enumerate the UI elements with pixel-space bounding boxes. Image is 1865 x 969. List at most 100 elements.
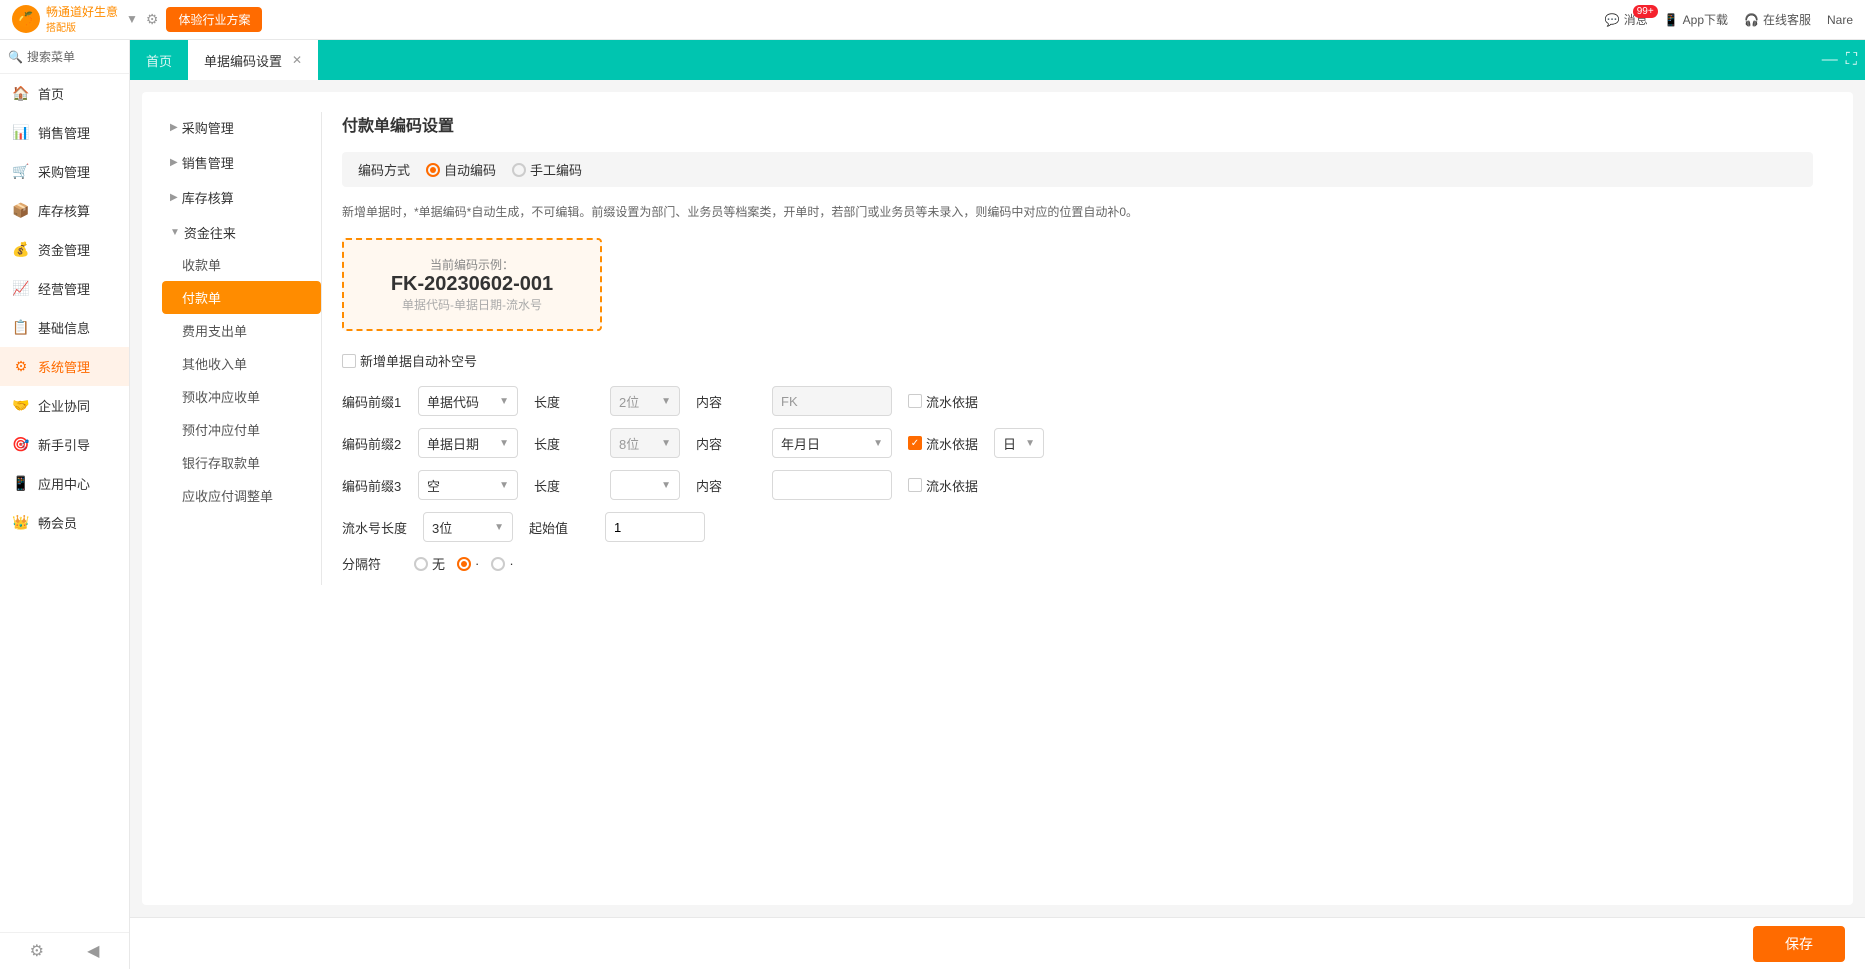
sidebar-group-capital: ▼ 资金往来 收款单 付款单 费用支出单 其他收入单 预收冲应收单 预付冲应付单… [162,217,321,512]
sidebar-item-advance-offset[interactable]: 预付冲应付单 [162,413,321,446]
sidebar-item-expense[interactable]: 费用支出单 [162,314,321,347]
logo-text: 畅通道好生意 [46,5,118,19]
tab-home[interactable]: 首页 [130,40,188,80]
serial-2-checkbox[interactable]: ✓ 流水依据 [908,434,978,453]
prefix-2-select[interactable]: 单据日期 ▼ [418,428,518,458]
sidebar-item-apps[interactable]: 📱 应用中心 [0,464,129,503]
sidebar-group-inventory-title[interactable]: ▶ 库存核算 [162,182,321,213]
sidebar-item-membership-label: 畅会员 [38,513,77,532]
settings-icon[interactable]: ⚙ [146,11,159,28]
separator-none-radio[interactable]: 无 [414,554,445,573]
sep-none-circle [414,557,428,571]
main-layout: 🔍 搜索菜单 🏠 首页 📊 销售管理 🛒 采购管理 📦 库存核算 💰 资金管理 … [0,40,1865,969]
serial-3-checkbox[interactable]: 流水依据 [908,476,978,495]
sidebar-group-purchase: ▶ 采购管理 [162,112,321,143]
sidebar-item-other-income[interactable]: 其他收入单 [162,347,321,380]
sep-dot-circle [457,557,471,571]
form-area: 付款单编码设置 编码方式 自动编码 [322,112,1833,585]
length-2-select[interactable]: 8位 ▼ [610,428,680,458]
top-bar-left: 🍊 畅通道好生意 搭配版 ▼ ⚙ 体验行业方案 [12,5,262,34]
chevron-down-icon[interactable]: ▼ [126,12,138,26]
settings-bottom-icon[interactable]: ⚙ [30,941,44,961]
sidebar-group-capital-title[interactable]: ▼ 资金往来 [162,217,321,248]
length-1-label: 长度 [534,392,594,411]
sidebar-item-home[interactable]: 🏠 首页 [0,74,129,113]
sidebar-group-purchase-title[interactable]: ▶ 采购管理 [162,112,321,143]
system-icon: ⚙ [12,358,30,376]
length-3-select[interactable]: ▼ [610,470,680,500]
sidebar-item-guide[interactable]: 🎯 新手引导 [0,425,129,464]
tab-minimize-button[interactable]: — [1822,51,1838,69]
sidebar-item-payment[interactable]: 付款单 [162,281,321,314]
length-1-value: 2位 [619,392,639,411]
content-2-value: 年月日 [781,434,820,453]
sidebar-item-inventory-label: 库存核算 [38,201,90,220]
manual-encode-radio[interactable]: 手工编码 [512,160,582,179]
start-value-label: 起始值 [529,518,589,537]
online-service-label: 在线客服 [1763,11,1811,28]
length-3-label: 长度 [534,476,594,495]
manual-encode-label: 手工编码 [530,160,582,179]
serial-length-select[interactable]: 3位 ▼ [423,512,513,542]
tab-close-icon[interactable]: ✕ [292,53,302,67]
sidebar-item-sales-label: 销售管理 [38,123,90,142]
sidebar-item-operations[interactable]: 📈 经营管理 [0,269,129,308]
auto-fill-checkbox-row[interactable]: 新增单据自动补空号 [342,351,1813,370]
logo-icon: 🍊 [12,5,40,33]
arrow-right-icon2: ▶ [170,157,178,168]
sidebar-item-adjust[interactable]: 应收应付调整单 [162,479,321,512]
sidebar-item-inventory[interactable]: 📦 库存核算 [0,191,129,230]
sep-dot2-circle [491,557,505,571]
serial-1-checkbox-box[interactable] [908,394,922,408]
serial-2-checkbox-box[interactable]: ✓ [908,436,922,450]
prefix-3-select[interactable]: 空 ▼ [418,470,518,500]
collapse-icon[interactable]: ◀ [87,941,99,961]
sidebar-item-prepay-offset[interactable]: 预收冲应收单 [162,380,321,413]
content-3-input[interactable] [772,470,892,500]
tab-encoding-settings[interactable]: 单据编码设置 ✕ [188,40,318,80]
app-download-button[interactable]: 📱 App下载 [1664,11,1728,28]
serial-length-value: 3位 [432,518,452,537]
sidebar-item-cooperation[interactable]: 🤝 企业协同 [0,386,129,425]
encoding-method-bar: 编码方式 自动编码 手工编码 [342,152,1813,187]
tab-expand-button[interactable]: ⛶ [1846,51,1857,69]
sidebar-item-system[interactable]: ⚙ 系统管理 [0,347,129,386]
day-select[interactable]: 日 ▼ [994,428,1044,458]
user-info[interactable]: Nare [1827,13,1853,27]
serial-length-arrow: ▼ [494,522,504,533]
sidebar-item-finance[interactable]: 💰 资金管理 [0,230,129,269]
sidebar-item-purchase-label: 采购管理 [38,162,90,181]
auto-encode-radio[interactable]: 自动编码 [426,160,496,179]
serial-1-checkbox[interactable]: 流水依据 [908,392,978,411]
sidebar-item-receipt[interactable]: 收款单 [162,248,321,281]
message-icon: 💬 [1605,13,1620,27]
serial-3-checkbox-box[interactable] [908,478,922,492]
sep-dot-label: · [475,556,479,571]
sidebar-item-purchase[interactable]: 🛒 采购管理 [0,152,129,191]
content-1-label: 内容 [696,392,756,411]
prefix-1-select[interactable]: 单据代码 ▼ [418,386,518,416]
sidebar-item-membership[interactable]: 👑 畅会员 [0,503,129,542]
sidebar-item-system-label: 系统管理 [38,357,90,376]
message-button[interactable]: 💬 消息 99+ [1605,11,1648,28]
content-2-arrow: ▼ [873,438,883,449]
sidebar-item-sales[interactable]: 📊 销售管理 [0,113,129,152]
online-service-button[interactable]: 🎧 在线客服 [1744,11,1811,28]
separator-dot-radio[interactable]: · [457,556,479,571]
save-button[interactable]: 保存 [1753,926,1845,962]
sidebar-item-bank[interactable]: 银行存取款单 [162,446,321,479]
tab-encoding-label: 单据编码设置 [204,51,282,70]
length-2-arrow: ▼ [661,438,671,449]
search-menu-button[interactable]: 🔍 搜索菜单 [0,40,129,74]
sidebar-group-sales-title[interactable]: ▶ 销售管理 [162,147,321,178]
separator-dot2-radio[interactable]: · [491,556,513,571]
sidebar-item-basics[interactable]: 📋 基础信息 [0,308,129,347]
search-menu-label: 搜索菜单 [27,48,75,65]
trial-button[interactable]: 体验行业方案 [166,7,262,32]
content-2-select[interactable]: 年月日 ▼ [772,428,892,458]
content-3-label: 内容 [696,476,756,495]
auto-fill-checkbox[interactable] [342,354,356,368]
length-2-label: 长度 [534,434,594,453]
length-1-select[interactable]: 2位 ▼ [610,386,680,416]
start-value-input[interactable] [605,512,705,542]
